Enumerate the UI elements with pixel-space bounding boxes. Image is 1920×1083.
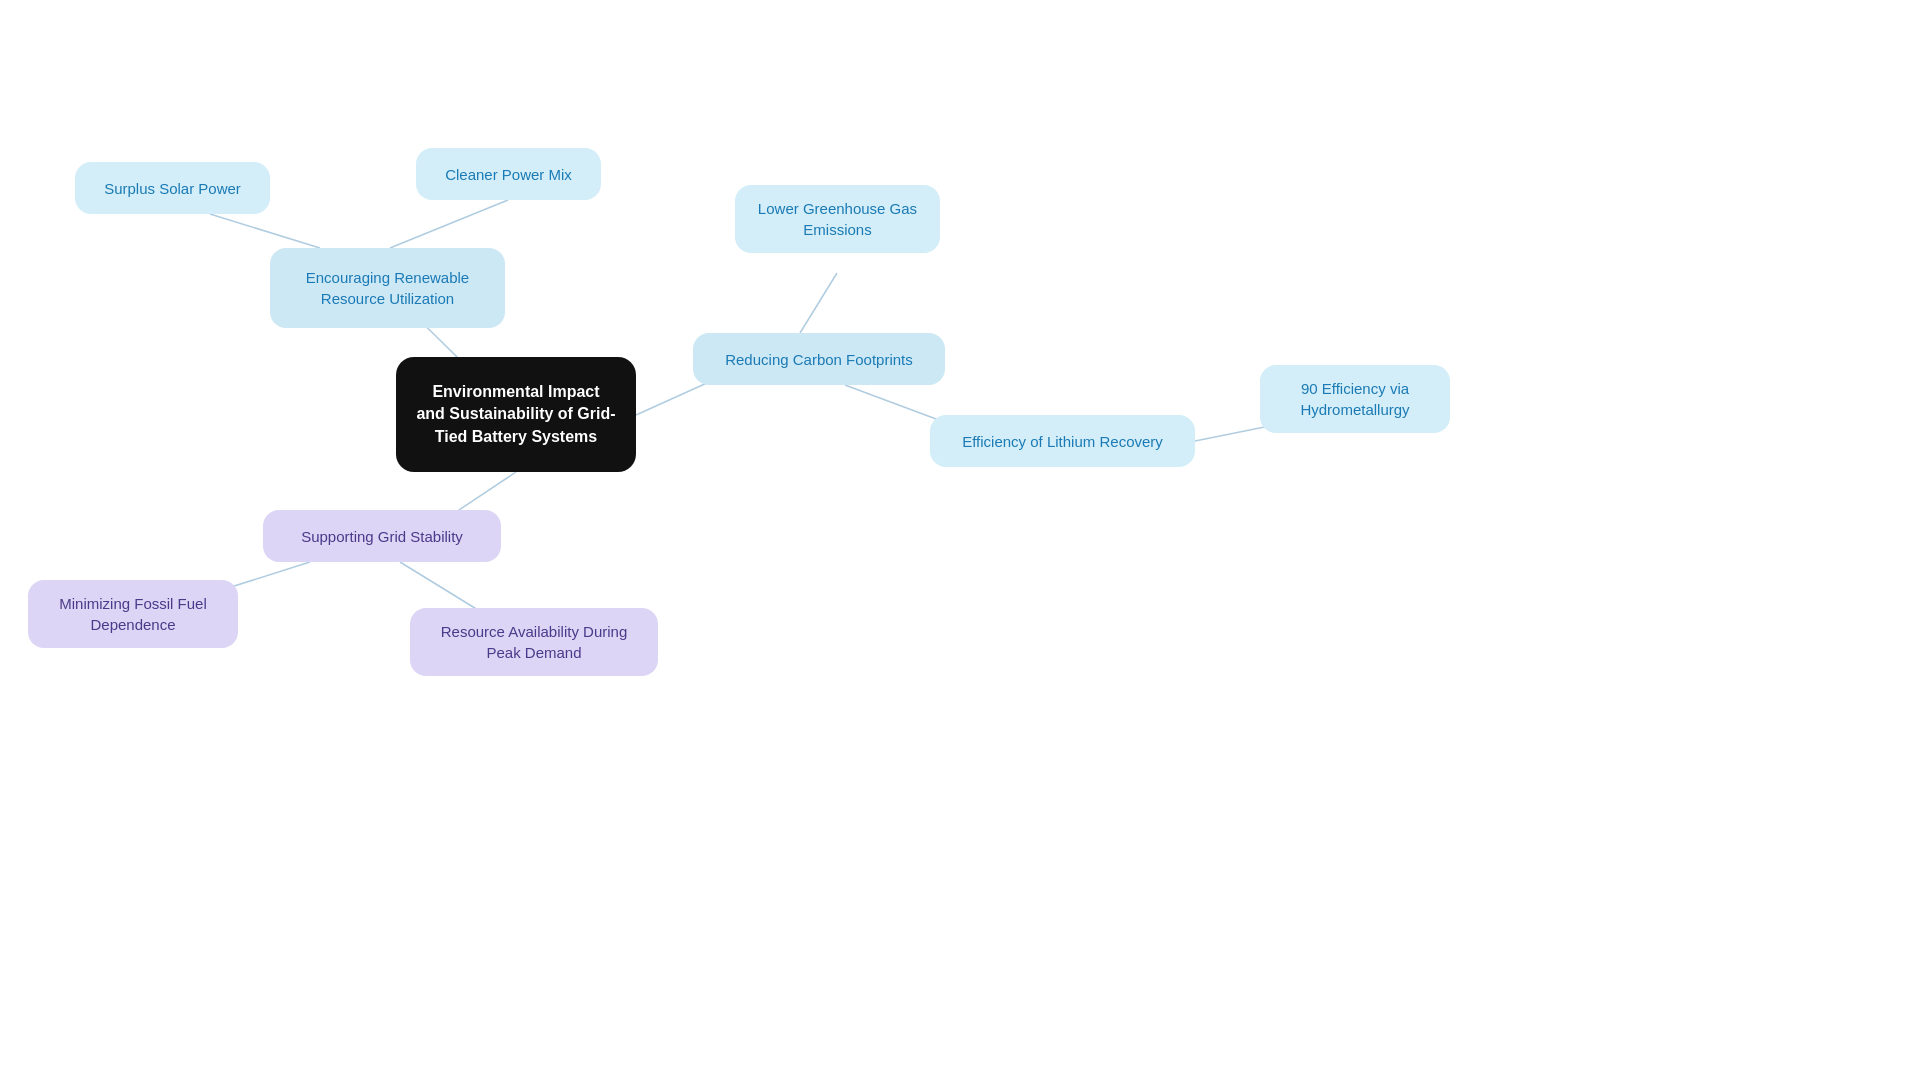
resource-availability-label: Resource Availability During Peak Demand [430,621,638,663]
minimizing-fossil-node: Minimizing Fossil Fuel Dependence [28,580,238,648]
surplus-solar-label: Surplus Solar Power [104,178,241,199]
svg-line-4 [800,273,837,333]
encouraging-label: Encouraging Renewable Resource Utilizati… [290,267,485,309]
reducing-carbon-label: Reducing Carbon Footprints [725,349,913,370]
efficiency-lithium-node: Efficiency of Lithium Recovery [930,415,1195,467]
svg-line-9 [400,562,478,610]
supporting-grid-node: Supporting Grid Stability [263,510,501,562]
lower-greenhouse-node: Lower Greenhouse Gas Emissions [735,185,940,253]
efficiency-90-node: 90 Efficiency via Hydrometallurgy [1260,365,1450,433]
encouraging-node: Encouraging Renewable Resource Utilizati… [270,248,505,328]
minimizing-fossil-label: Minimizing Fossil Fuel Dependence [48,593,218,635]
reducing-carbon-node: Reducing Carbon Footprints [693,333,945,385]
center-label: Environmental Impact and Sustainability … [416,381,616,448]
center-node: Environmental Impact and Sustainability … [396,357,636,472]
svg-line-2 [390,200,508,248]
cleaner-power-node: Cleaner Power Mix [416,148,601,200]
supporting-grid-label: Supporting Grid Stability [301,526,463,547]
cleaner-power-label: Cleaner Power Mix [445,164,572,185]
efficiency-90-label: 90 Efficiency via Hydrometallurgy [1280,378,1430,420]
svg-line-1 [210,214,320,248]
efficiency-lithium-label: Efficiency of Lithium Recovery [962,431,1163,452]
resource-availability-node: Resource Availability During Peak Demand [410,608,658,676]
lower-greenhouse-label: Lower Greenhouse Gas Emissions [755,198,920,240]
surplus-solar-node: Surplus Solar Power [75,162,270,214]
